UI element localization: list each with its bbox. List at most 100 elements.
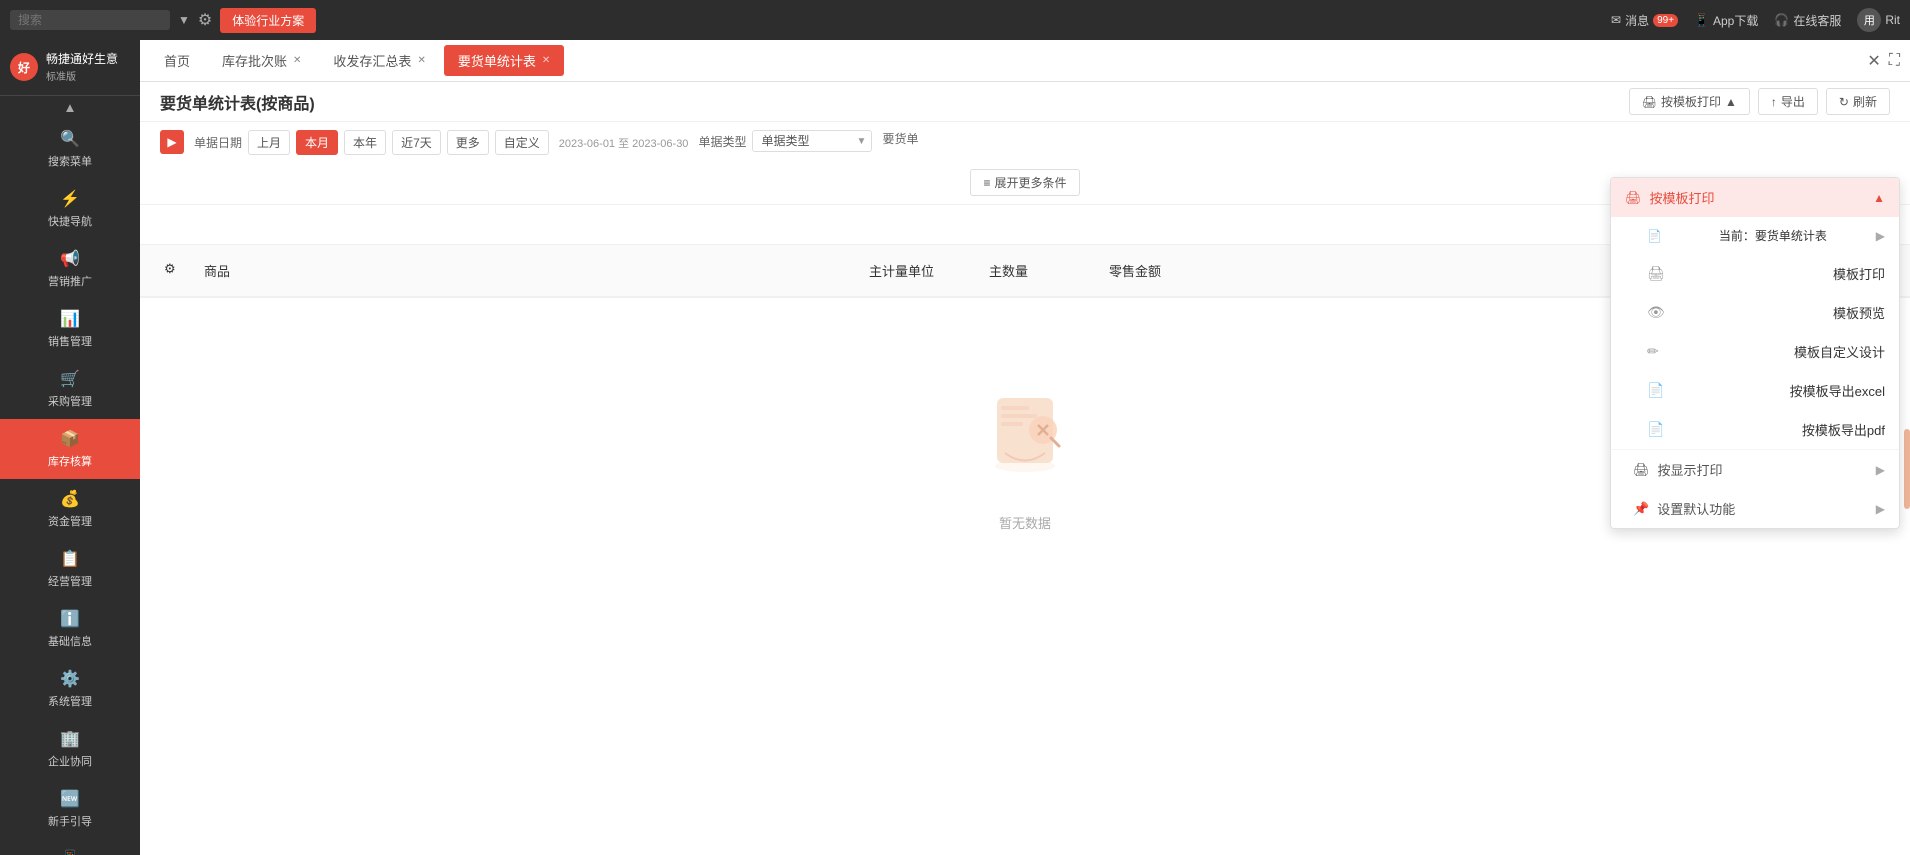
tab-expand-btn[interactable]: ⛶ — [1889, 52, 1900, 70]
settings-icon[interactable]: ⚙ — [198, 10, 212, 30]
app-icon: 📱 — [1694, 13, 1709, 27]
tab-inventory-batch[interactable]: 库存批次账 ✕ — [208, 45, 315, 76]
print-dropdown-arrow: ▲ — [1725, 95, 1737, 109]
goods-filter: 要货单 — [882, 130, 918, 147]
tab-order-summary[interactable]: 要货单统计表 ✕ — [444, 45, 564, 76]
tab-close-inventory-batch[interactable]: ✕ — [293, 55, 301, 66]
sidebar-item-finance[interactable]: 💰 资金管理 — [0, 479, 140, 539]
search-icon: 🔍 — [60, 129, 80, 149]
page-content: 要货单统计表(按商品) 🖨 按模板打印 ▲ ↑ 导出 ↻ 刷新 — [140, 82, 1910, 855]
online-service-item[interactable]: 🎧 在线客服 — [1774, 12, 1841, 29]
tab-receipt-summary[interactable]: 收发存汇总表 ✕ — [319, 45, 439, 76]
dropdown-item-template-design[interactable]: ✏ 模板自定义设计 — [1611, 332, 1899, 371]
tab-close-receipt[interactable]: ✕ — [417, 55, 425, 66]
sidebar-item-appstore[interactable]: 📱 应用中心 — [0, 839, 140, 855]
dropdown-item-template-print[interactable]: 🖨 模板打印 — [1611, 254, 1899, 293]
sidebar-item-guide[interactable]: 🆕 新手引导 — [0, 779, 140, 839]
table-col-settings[interactable]: ⚙ — [160, 255, 200, 286]
sidebar-item-enterprise[interactable]: 🏢 企业协同 — [0, 719, 140, 779]
expand-more-btn[interactable]: ≡ 展开更多条件 — [970, 169, 1079, 196]
sidebar-item-label: 经营管理 — [48, 573, 92, 589]
table-col-goods: 商品 — [200, 255, 865, 286]
sidebar-item-quick-nav[interactable]: ⚡ 快捷导航 — [0, 179, 140, 239]
dropdown-group-display-left: 🖨 按显示打印 — [1633, 460, 1723, 479]
sidebar-item-marketing[interactable]: 📢 营销推广 — [0, 239, 140, 299]
guide-icon: 🆕 — [60, 789, 80, 809]
set-default-arrow: ▶ — [1876, 502, 1885, 516]
online-service-label: 在线客服 — [1793, 12, 1841, 29]
order-type-filter: 单据类型 单据类型 要货单 ▼ — [698, 130, 872, 152]
dropdown-group-default-left: 📌 设置默认功能 — [1633, 499, 1735, 518]
appstore-icon: 📱 — [60, 849, 80, 855]
app-download-item[interactable]: 📱 App下载 — [1694, 12, 1758, 29]
sidebar-item-label: 基础信息 — [48, 633, 92, 649]
tab-close-all-btn[interactable]: ✕ — [1867, 51, 1880, 71]
quick-nav-icon: ⚡ — [60, 189, 80, 209]
print-template-btn[interactable]: 🖨 按模板打印 ▲ — [1629, 88, 1750, 115]
set-default-icon: 📌 — [1633, 501, 1649, 517]
last-month-btn[interactable]: 上月 — [248, 130, 290, 155]
export-pdf-icon: 📄 — [1647, 421, 1664, 438]
this-year-btn[interactable]: 本年 — [344, 130, 386, 155]
more-btn[interactable]: 更多 — [447, 130, 489, 155]
sidebar: 好 畅捷通好生意 标准版 ▲ 🔍 搜索菜单 ⚡ 快捷导航 📢 营销推广 📊 销售 — [0, 40, 140, 855]
sidebar-logo: 好 畅捷通好生意 标准版 — [0, 40, 140, 96]
last7-btn[interactable]: 近7天 — [392, 130, 441, 155]
sidebar-item-search[interactable]: 🔍 搜索菜单 — [0, 119, 140, 179]
refresh-btn[interactable]: ↻ 刷新 — [1826, 88, 1890, 115]
operation-icon: 📋 — [60, 549, 80, 569]
print-icon: 🖨 — [1642, 95, 1657, 109]
sidebar-item-label: 资金管理 — [48, 513, 92, 529]
user-avatar[interactable]: 用 Rit — [1857, 8, 1900, 32]
sidebar-item-basic[interactable]: ℹ️ 基础信息 — [0, 599, 140, 659]
dropdown-collapse-icon: ▲ — [1873, 191, 1885, 205]
tab-bar: 首页 库存批次账 ✕ 收发存汇总表 ✕ 要货单统计表 ✕ ✕ ⛶ — [140, 40, 1910, 82]
dropdown-section-items: 🖨 模板打印 👁 模板预览 ✏ 模板自定义设计 📄 按模板导出excel — [1611, 254, 1899, 450]
inventory-icon: 📦 — [60, 429, 80, 449]
export-btn[interactable]: ↑ 导出 — [1758, 88, 1818, 115]
sidebar-scroll-up-btn[interactable]: ▲ — [0, 96, 140, 119]
message-icon: ✉ — [1611, 13, 1621, 27]
industry-btn[interactable]: 体验行业方案 — [220, 8, 316, 33]
search-input[interactable] — [10, 10, 170, 30]
logo-text: 畅捷通好生意 — [46, 52, 118, 68]
export-excel-icon: 📄 — [1647, 382, 1664, 399]
finance-icon: 💰 — [60, 489, 80, 509]
sidebar-item-inventory[interactable]: 📦 库存核算 — [0, 419, 140, 479]
sidebar-items: 🔍 搜索菜单 ⚡ 快捷导航 📢 营销推广 📊 销售管理 🛒 采购管理 📦 — [0, 119, 140, 855]
dropdown-item-template-preview[interactable]: 👁 模板预览 — [1611, 293, 1899, 332]
sidebar-item-purchase[interactable]: 🛒 采购管理 — [0, 359, 140, 419]
custom-btn[interactable]: 自定义 — [495, 130, 549, 155]
dropdown-item-export-pdf[interactable]: 📄 按模板导出pdf — [1611, 410, 1899, 449]
template-preview-icon: 👁 — [1647, 304, 1665, 321]
marketing-icon: 📢 — [60, 249, 80, 269]
sidebar-item-operation[interactable]: 📋 经营管理 — [0, 539, 140, 599]
set-default-label: 设置默认功能 — [1657, 499, 1735, 518]
dropdown-header[interactable]: 🖨 按模板打印 ▲ — [1611, 178, 1899, 217]
sidebar-item-label: 快捷导航 — [48, 213, 92, 229]
dropdown-item-export-excel[interactable]: 📄 按模板导出excel — [1611, 371, 1899, 410]
order-type-select[interactable]: 单据类型 要货单 — [752, 130, 872, 152]
sidebar-item-sales[interactable]: 📊 销售管理 — [0, 299, 140, 359]
dropdown-arrow-icon: ▼ — [178, 13, 190, 27]
sidebar-item-system[interactable]: ⚙️ 系统管理 — [0, 659, 140, 719]
tab-home[interactable]: 首页 — [150, 45, 204, 76]
sidebar-item-label: 营销推广 — [48, 273, 92, 289]
page-title: 要货单统计表(按商品) — [160, 90, 315, 114]
expand-more-icon: ≡ — [983, 176, 990, 190]
template-design-label: 模板自定义设计 — [1794, 342, 1885, 361]
table-col-retail: 零售金额 — [1105, 255, 1225, 286]
message-item[interactable]: ✉ 消息 99+ — [1611, 12, 1678, 29]
dropdown-current-template[interactable]: 📄 当前：要货单统计表 ▶ — [1611, 217, 1899, 254]
sales-icon: 📊 — [60, 309, 80, 329]
current-template-label: 当前：要货单统计表 — [1719, 227, 1827, 244]
this-month-btn[interactable]: 本月 — [296, 130, 338, 155]
app-download-label: App下载 — [1713, 12, 1758, 29]
sidebar-item-label: 企业协同 — [48, 753, 92, 769]
dropdown-group-set-default[interactable]: 📌 设置默认功能 ▶ — [1611, 489, 1899, 528]
expand-btn[interactable]: ▶ — [160, 130, 184, 154]
tab-close-order[interactable]: ✕ — [542, 55, 550, 66]
dropdown-group-display-print[interactable]: 🖨 按显示打印 ▶ — [1611, 450, 1899, 489]
tab-label: 收发存汇总表 — [333, 51, 411, 70]
print-dropdown: 🖨 按模板打印 ▲ 📄 当前：要货单统计表 ▶ 🖨 模板 — [1610, 177, 1900, 529]
